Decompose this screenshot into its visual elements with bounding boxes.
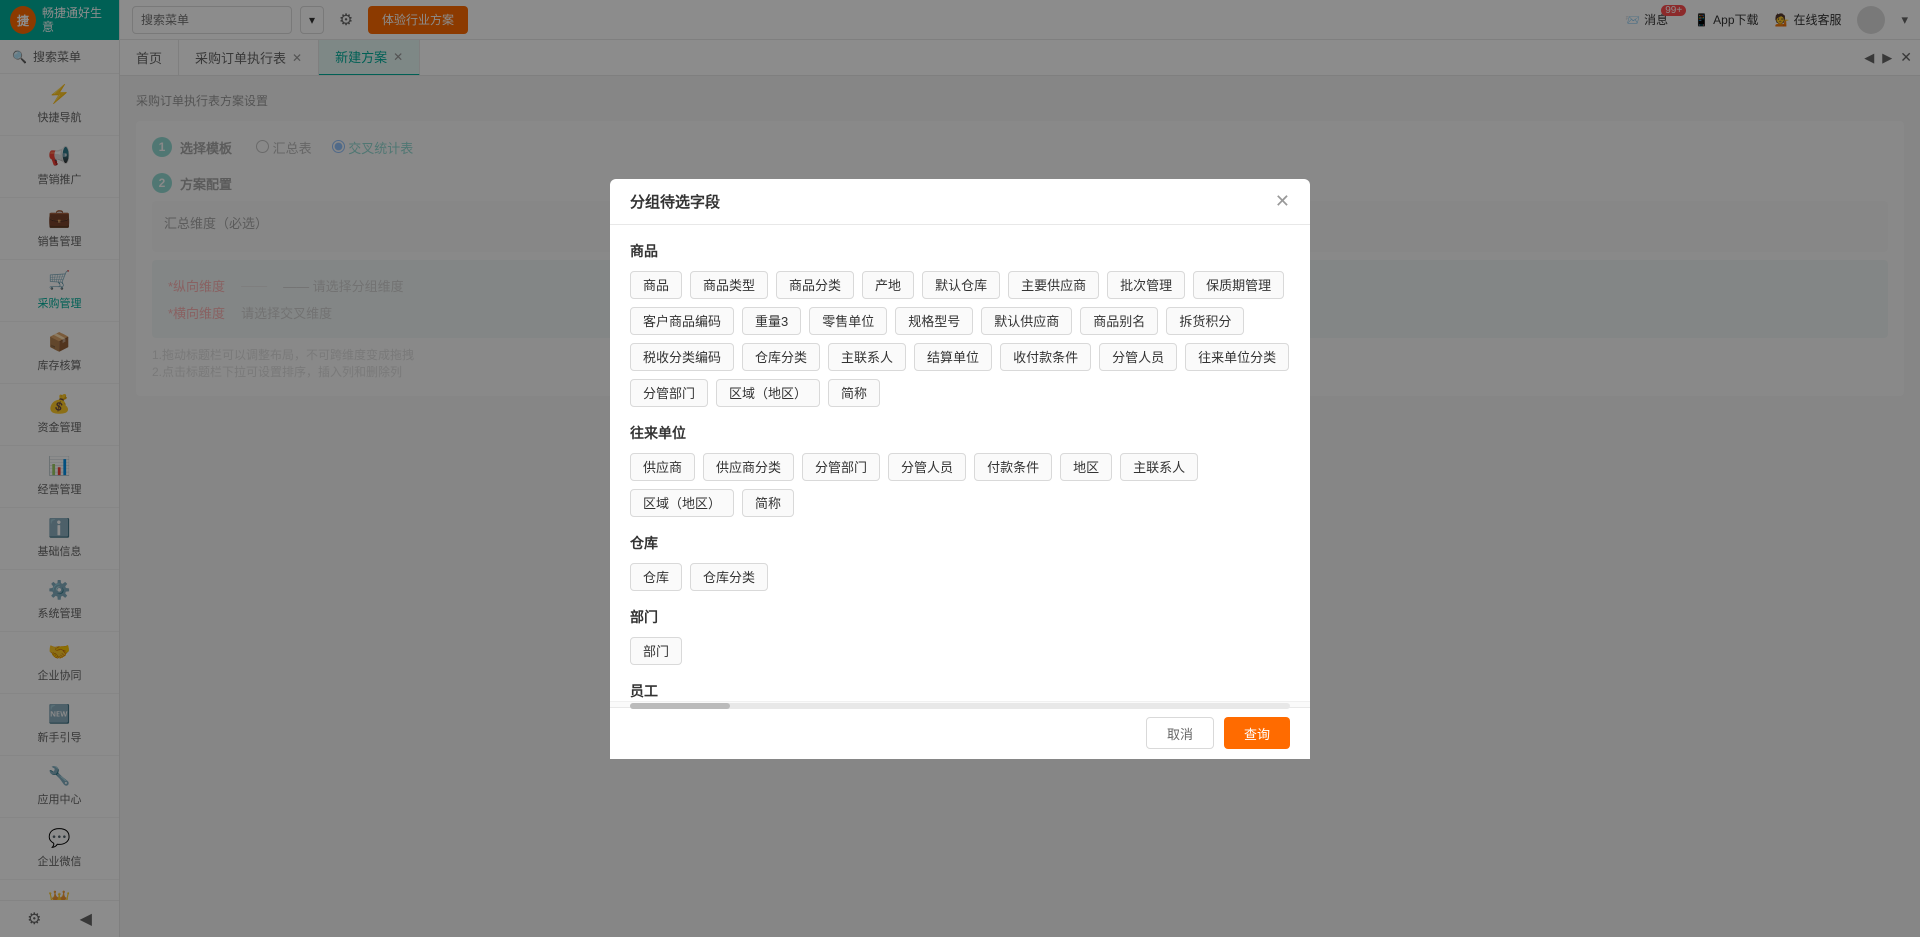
field-tag[interactable]: 税收分类编码: [630, 343, 734, 371]
field-tag[interactable]: 供应商: [630, 453, 695, 481]
field-tag[interactable]: 默认供应商: [981, 307, 1072, 335]
horizontal-scroll-area[interactable]: [610, 701, 1310, 707]
modal-body[interactable]: 商品商品商品类型商品分类产地默认仓库主要供应商批次管理保质期管理客户商品编码重量…: [610, 225, 1310, 701]
field-tag[interactable]: 仓库分类: [742, 343, 820, 371]
field-tag[interactable]: 地区: [1060, 453, 1112, 481]
field-tag[interactable]: 重量3: [742, 307, 801, 335]
field-tags: 仓库仓库分类: [630, 563, 1290, 591]
field-tag[interactable]: 默认仓库: [922, 271, 1000, 299]
field-tag[interactable]: 仓库分类: [690, 563, 768, 591]
field-group-员工: 员工业务员: [630, 681, 1290, 701]
field-tag[interactable]: 分管部门: [802, 453, 880, 481]
field-group-title: 部门: [630, 607, 1290, 627]
field-tag[interactable]: 拆货积分: [1166, 307, 1244, 335]
field-tag[interactable]: 结算单位: [914, 343, 992, 371]
field-group-商品: 商品商品商品类型商品分类产地默认仓库主要供应商批次管理保质期管理客户商品编码重量…: [630, 241, 1290, 407]
field-tags: 供应商供应商分类分管部门分管人员付款条件地区主联系人区域（地区） 简称: [630, 453, 1290, 517]
field-tag[interactable]: 主要供应商: [1008, 271, 1099, 299]
field-tag[interactable]: 产地: [862, 271, 914, 299]
field-tag[interactable]: 商品类型: [690, 271, 768, 299]
field-group-title: 商品: [630, 241, 1290, 261]
field-group-title: 仓库: [630, 533, 1290, 553]
modal-close-button[interactable]: ✕: [1275, 191, 1290, 212]
field-tag[interactable]: 收付款条件: [1000, 343, 1091, 371]
field-tag[interactable]: 简称: [828, 379, 880, 407]
field-tag[interactable]: 简称: [742, 489, 794, 517]
field-select-modal: 分组待选字段 ✕ 商品商品商品类型商品分类产地默认仓库主要供应商批次管理保质期管…: [610, 179, 1310, 759]
field-tag[interactable]: 主联系人: [828, 343, 906, 371]
field-tag[interactable]: 仓库: [630, 563, 682, 591]
field-group-部门: 部门部门: [630, 607, 1290, 665]
field-tag[interactable]: 保质期管理: [1193, 271, 1284, 299]
field-tag[interactable]: 商品分类: [776, 271, 854, 299]
field-tag[interactable]: 零售单位: [809, 307, 887, 335]
field-group-仓库: 仓库仓库仓库分类: [630, 533, 1290, 591]
field-tag[interactable]: 分管人员: [888, 453, 966, 481]
modal-footer: 取消 查询: [610, 707, 1310, 759]
field-tag[interactable]: 付款条件: [974, 453, 1052, 481]
field-tag[interactable]: 分管人员: [1099, 343, 1177, 371]
field-tag[interactable]: 供应商分类: [703, 453, 794, 481]
field-tag[interactable]: 区域（地区）: [630, 489, 734, 517]
modal-overlay: 分组待选字段 ✕ 商品商品商品类型商品分类产地默认仓库主要供应商批次管理保质期管…: [0, 0, 1920, 937]
field-tag[interactable]: 区域（地区）: [716, 379, 820, 407]
field-tags: 部门: [630, 637, 1290, 665]
modal-title: 分组待选字段: [630, 191, 720, 212]
field-tags: 商品商品类型商品分类产地默认仓库主要供应商批次管理保质期管理客户商品编码重量3 零…: [630, 271, 1290, 407]
field-tag[interactable]: 主联系人: [1120, 453, 1198, 481]
field-tag[interactable]: 客户商品编码: [630, 307, 734, 335]
field-tag[interactable]: 商品: [630, 271, 682, 299]
field-group-title: 往来单位: [630, 423, 1290, 443]
field-tag[interactable]: 往来单位分类: [1185, 343, 1289, 371]
modal-header: 分组待选字段 ✕: [610, 179, 1310, 225]
field-group-title: 员工: [630, 681, 1290, 701]
confirm-button[interactable]: 查询: [1224, 717, 1290, 749]
field-tag[interactable]: 部门: [630, 637, 682, 665]
field-group-往来单位: 往来单位供应商供应商分类分管部门分管人员付款条件地区主联系人区域（地区） 简称: [630, 423, 1290, 517]
cancel-button[interactable]: 取消: [1146, 717, 1214, 749]
field-tag[interactable]: 批次管理: [1107, 271, 1185, 299]
field-tag[interactable]: 商品别名: [1080, 307, 1158, 335]
field-tag[interactable]: 分管部门: [630, 379, 708, 407]
field-tag[interactable]: 规格型号: [895, 307, 973, 335]
